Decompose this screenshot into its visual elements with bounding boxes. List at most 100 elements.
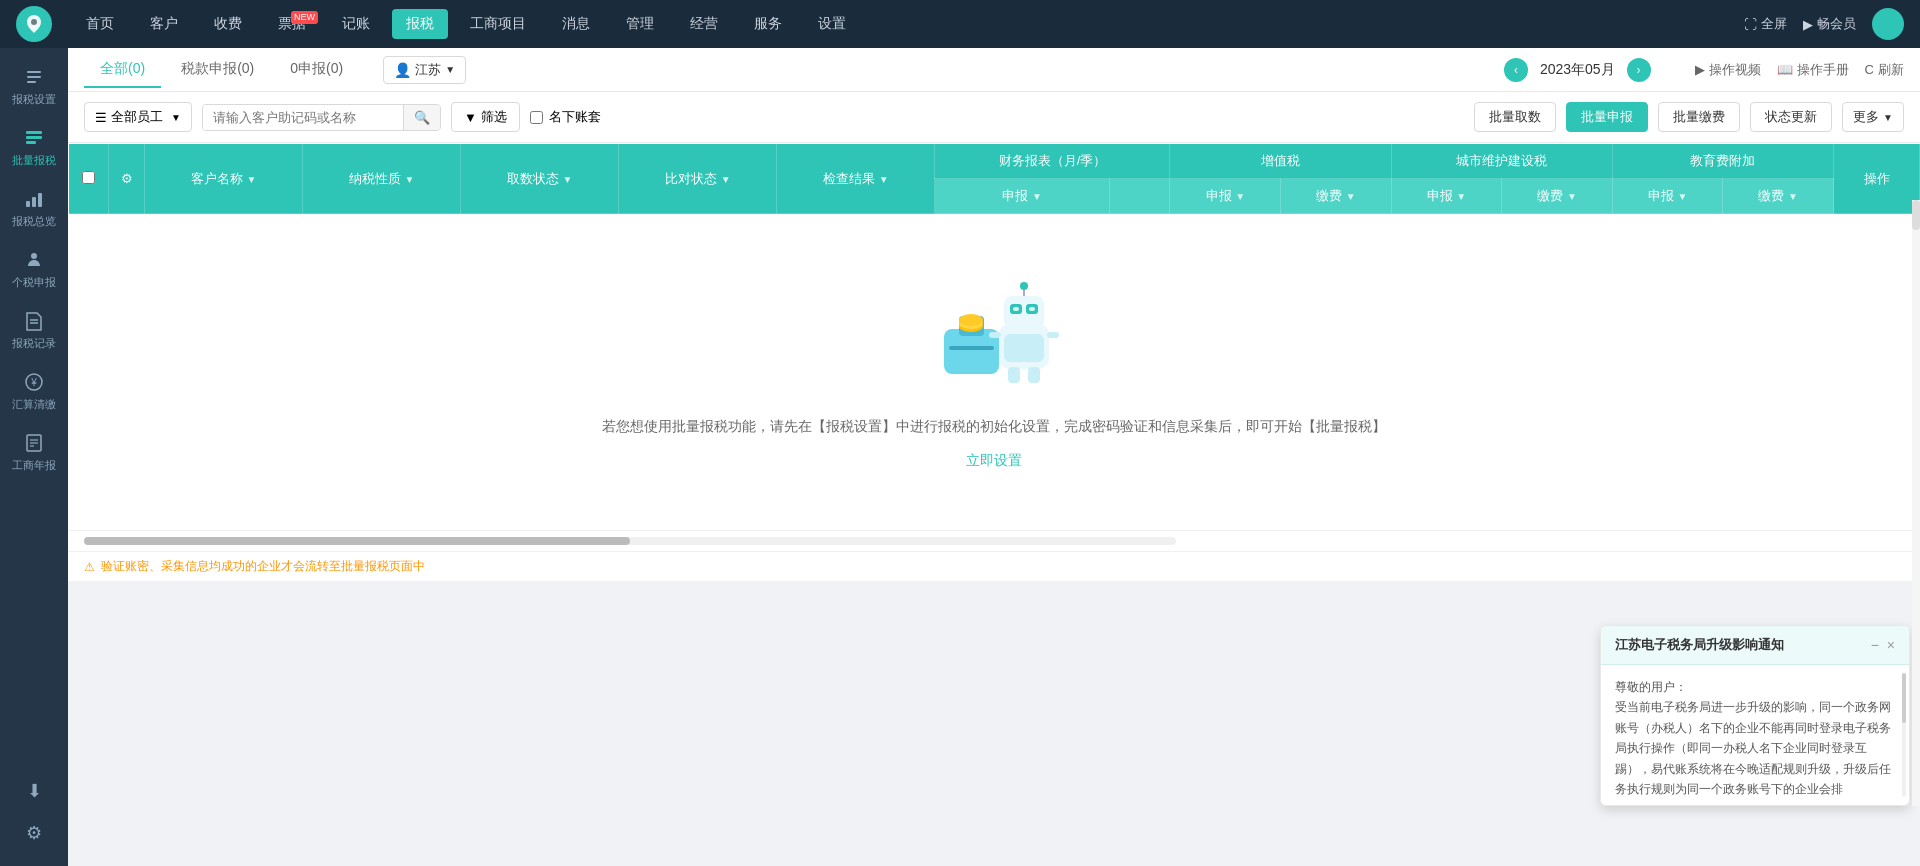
period-display: 2023年05月 [1540, 61, 1615, 79]
vat-pay-filter[interactable]: ▼ [1346, 191, 1356, 202]
video-icon: ▶ [1695, 62, 1705, 77]
sidebar-item-tax-settings[interactable]: 报税设置 [0, 56, 68, 117]
staff-dropdown-icon: ▼ [171, 112, 181, 123]
svg-point-33 [1020, 282, 1028, 290]
status-update-button[interactable]: 状态更新 [1750, 102, 1832, 132]
nav-tax[interactable]: 报税 [392, 9, 448, 39]
province-dropdown-icon: ▼ [445, 64, 455, 75]
select-all-checkbox[interactable] [82, 171, 95, 184]
period-prev-button[interactable]: ‹ [1504, 58, 1528, 82]
sub-account-checkbox-input[interactable] [530, 111, 543, 124]
vat-declare-filter[interactable]: ▼ [1235, 191, 1245, 202]
vat-pay-sub-header: 缴费 ▼ [1281, 179, 1392, 214]
annual-report-icon [23, 432, 45, 454]
nav-invoice[interactable]: 票据 NEW [264, 9, 320, 39]
edu-declare-filter[interactable]: ▼ [1678, 191, 1688, 202]
nav-operations[interactable]: 经营 [676, 9, 732, 39]
search-button[interactable]: 🔍 [403, 105, 440, 130]
staff-list-icon: ☰ [95, 110, 107, 125]
member-icon: ▶ [1803, 17, 1813, 32]
staff-selector[interactable]: ☰ 全部员工 ▼ [84, 102, 192, 132]
toolbar-right: 批量取数 批量申报 批量缴费 状态更新 更多 ▼ [1474, 102, 1904, 132]
operation-video-link[interactable]: ▶ 操作视频 [1695, 61, 1761, 79]
svg-rect-35 [1047, 332, 1059, 338]
refresh-icon: C [1865, 62, 1874, 77]
tax-settings-icon [23, 66, 45, 88]
batch-declare-button[interactable]: 批量申报 [1566, 102, 1648, 132]
nav-services[interactable]: 服务 [740, 9, 796, 39]
batch-pay-button[interactable]: 批量缴费 [1658, 102, 1740, 132]
svg-rect-2 [27, 76, 41, 78]
sidebar-item-download[interactable]: ⬇ [0, 770, 68, 812]
batch-fetch-button[interactable]: 批量取数 [1474, 102, 1556, 132]
sidebar-item-batch-tax[interactable]: 批量报税 [0, 117, 68, 178]
nav-customer[interactable]: 客户 [136, 9, 192, 39]
nav-messages[interactable]: 消息 [548, 9, 604, 39]
tab-zero-declare[interactable]: 0申报(0) [274, 52, 359, 88]
svg-rect-1 [27, 71, 41, 73]
sidebar-item-personal-tax[interactable]: 个税申报 [0, 239, 68, 300]
status-message: 验证账密、采集信息均成功的企业才会流转至批量报税页面中 [101, 558, 425, 575]
fetch-status-filter-icon[interactable]: ▼ [563, 174, 573, 185]
svg-rect-30 [1013, 307, 1019, 311]
app-logo [16, 6, 52, 42]
select-all-header [69, 144, 109, 214]
more-button[interactable]: 更多 ▼ [1842, 102, 1904, 132]
setup-link[interactable]: 立即设置 [966, 452, 1022, 470]
nav-settings[interactable]: 设置 [804, 9, 860, 39]
filter-button[interactable]: ▼ 筛选 [451, 102, 520, 132]
tax-records-icon [23, 310, 45, 332]
nav-accounting[interactable]: 记账 [328, 9, 384, 39]
period-next-button[interactable]: › [1627, 58, 1651, 82]
sidebar-item-tax-overview[interactable]: 报税总览 [0, 178, 68, 239]
tab-all[interactable]: 全部(0) [84, 52, 161, 88]
svg-rect-26 [1004, 334, 1044, 362]
tax-nature-header: 纳税性质 ▼ [303, 144, 461, 214]
check-result-header: 检查结果 ▼ [777, 144, 935, 214]
province-selector[interactable]: 👤 江苏 ▼ [383, 56, 466, 84]
svg-rect-9 [38, 193, 42, 207]
popup-header: 江苏电子税务局升级影响通知 − × [1601, 626, 1909, 665]
operation-manual-link[interactable]: 📖 操作手册 [1777, 61, 1849, 79]
nav-management[interactable]: 管理 [612, 9, 668, 39]
check-result-filter-icon[interactable]: ▼ [879, 174, 889, 185]
popup-body: 尊敬的用户： 受当前电子税务局进一步升级的影响，同一个政务网账号（办税人）名下的… [1601, 665, 1909, 805]
sidebar-item-annual-report[interactable]: 工商年报 [0, 422, 68, 483]
user-avatar[interactable] [1872, 8, 1904, 40]
status-bar: ⚠ 验证账密、采集信息均成功的企业才会流转至批量报税页面中 [68, 551, 1920, 581]
svg-rect-7 [26, 201, 30, 207]
compare-status-filter-icon[interactable]: ▼ [721, 174, 731, 185]
nav-business[interactable]: 工商项目 [456, 9, 540, 39]
edu-pay-filter[interactable]: ▼ [1788, 191, 1798, 202]
horizontal-scroll-thumb[interactable] [84, 537, 630, 545]
main-scrollbar-thumb[interactable] [1912, 200, 1920, 230]
popup-minimize-button[interactable]: − [1871, 637, 1879, 653]
city-pay-filter[interactable]: ▼ [1567, 191, 1577, 202]
popup-scrollbar-thumb[interactable] [1902, 673, 1906, 723]
svg-rect-21 [949, 346, 994, 350]
tab-tax-declare[interactable]: 税款申报(0) [165, 52, 270, 88]
city-declare-filter[interactable]: ▼ [1456, 191, 1466, 202]
financial-declare-filter[interactable]: ▼ [1032, 191, 1042, 202]
vat-header: 增值税 [1170, 144, 1391, 179]
tax-nature-filter-icon[interactable]: ▼ [405, 174, 415, 185]
customer-filter-icon[interactable]: ▼ [246, 174, 256, 185]
fullscreen-button[interactable]: ⛶ 全屏 [1744, 15, 1787, 33]
city-declare-sub-header: 申报 ▼ [1391, 179, 1502, 214]
popup-close-button[interactable]: × [1887, 637, 1895, 653]
refresh-button[interactable]: C 刷新 [1865, 61, 1904, 79]
sub-account-checkbox[interactable]: 名下账套 [530, 108, 601, 126]
financial-declare-sub-header: 申报 ▼ [935, 179, 1109, 214]
sidebar-item-settlement[interactable]: ¥ 汇算清缴 [0, 361, 68, 422]
sidebar-item-settings[interactable]: ⚙ [0, 812, 68, 854]
horizontal-scroll-track[interactable] [84, 537, 1176, 545]
nav-home[interactable]: 首页 [72, 9, 128, 39]
sidebar-item-tax-records[interactable]: 报税记录 [0, 300, 68, 361]
sidebar: 报税设置 批量报税 报税总览 个税申报 [0, 48, 68, 866]
popup-controls: − × [1871, 637, 1895, 653]
vat-declare-sub-header: 申报 ▼ [1170, 179, 1281, 214]
nav-billing[interactable]: 收费 [200, 9, 256, 39]
svg-rect-31 [1029, 307, 1035, 311]
search-input[interactable] [203, 105, 403, 130]
member-button[interactable]: ▶ 畅会员 [1803, 15, 1856, 33]
